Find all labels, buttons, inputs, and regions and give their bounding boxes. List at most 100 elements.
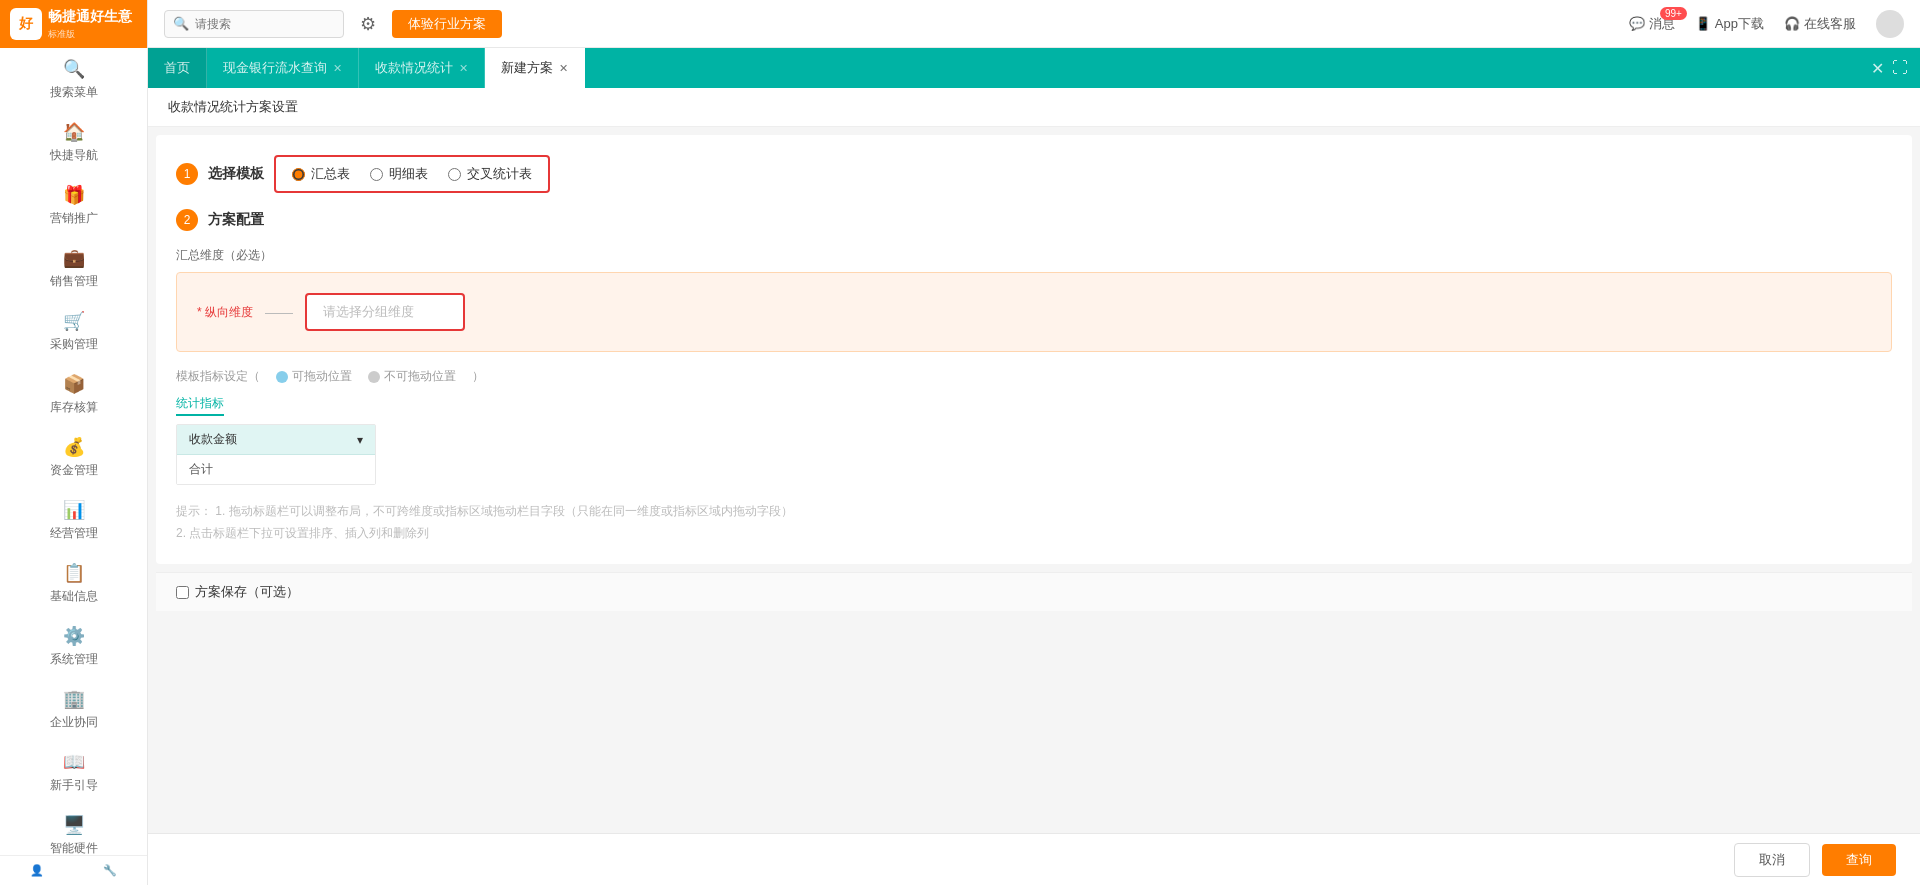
messages-item[interactable]: 💬 消息 99+ bbox=[1629, 15, 1675, 33]
briefcase-icon: 💼 bbox=[63, 247, 85, 269]
bottom-row: 方案保存（可选） bbox=[156, 572, 1912, 611]
tip-1: 提示： 1. 拖动标题栏可以调整布局，不可跨维度或指标区域拖动栏目字段（只能在同… bbox=[176, 501, 1892, 523]
tab-maximize-icon[interactable]: ⛶ bbox=[1892, 59, 1908, 77]
sidebar-item-marketing[interactable]: 🎁 营销推广 bbox=[0, 174, 147, 237]
tab-bar: 首页 现金银行流水查询 ✕ 收款情况统计 ✕ 新建方案 ✕ ✕ ⛶ bbox=[148, 48, 1920, 88]
metrics-category-label: 统计指标 bbox=[176, 395, 224, 416]
tab-receipt-stats[interactable]: 收款情况统计 ✕ bbox=[359, 48, 485, 88]
sidebar-item-enterprise[interactable]: 🏢 企业协同 bbox=[0, 678, 147, 741]
radio-detail-input[interactable] bbox=[370, 168, 383, 181]
radio-summary-label: 汇总表 bbox=[311, 165, 350, 183]
main-area: 🔍 ⚙ 体验行业方案 💬 消息 99+ 📱 App下载 🎧 在线客服 首页 bbox=[148, 0, 1920, 885]
search-icon: 🔍 bbox=[173, 16, 189, 31]
settings-gear-icon[interactable]: ⚙ bbox=[360, 13, 376, 35]
sidebar-item-search-menu[interactable]: 🔍 搜索菜单 bbox=[0, 48, 147, 111]
step2-header: 2 方案配置 bbox=[176, 209, 1892, 231]
sidebar-item-label: 营销推广 bbox=[50, 210, 98, 227]
sidebar-footer-user[interactable]: 👤 bbox=[30, 864, 44, 877]
download-label: App下载 bbox=[1715, 15, 1764, 33]
dimension-select[interactable]: 请选择分组维度 bbox=[305, 293, 465, 331]
service-icon: 🎧 bbox=[1784, 16, 1800, 31]
radio-cross-label: 交叉统计表 bbox=[467, 165, 532, 183]
header-search-box[interactable]: 🔍 bbox=[164, 10, 344, 38]
query-button[interactable]: 查询 bbox=[1822, 844, 1896, 876]
sidebar-item-guide[interactable]: 📖 新手引导 bbox=[0, 741, 147, 804]
radio-cross[interactable]: 交叉统计表 bbox=[448, 165, 532, 183]
tab-receipt-stats-close[interactable]: ✕ bbox=[459, 62, 468, 75]
user-icon: 👤 bbox=[30, 864, 44, 877]
sidebar-item-inventory[interactable]: 📦 库存核算 bbox=[0, 363, 147, 426]
sidebar-item-label: 系统管理 bbox=[50, 651, 98, 668]
template-options: 汇总表 明细表 交叉统计表 bbox=[274, 155, 550, 193]
book-icon: 📖 bbox=[63, 751, 85, 773]
download-item[interactable]: 📱 App下载 bbox=[1695, 15, 1764, 33]
tab-bank-flow-label: 现金银行流水查询 bbox=[223, 59, 327, 77]
metrics-dropdown-icon[interactable]: ▾ bbox=[357, 433, 363, 447]
gear-icon: ⚙️ bbox=[63, 625, 85, 647]
page-breadcrumb: 收款情况统计方案设置 bbox=[148, 88, 1920, 127]
logo-text: 畅捷通好生意 bbox=[48, 8, 132, 26]
save-checkbox-input[interactable] bbox=[176, 586, 189, 599]
sidebar-nav: 🔍 搜索菜单 🏠 快捷导航 🎁 营销推广 💼 销售管理 🛒 采购管理 📦 库存核… bbox=[0, 48, 147, 855]
service-item[interactable]: 🎧 在线客服 bbox=[1784, 15, 1856, 33]
step2-title: 方案配置 bbox=[208, 211, 264, 229]
tab-home-label: 首页 bbox=[164, 59, 190, 77]
sidebar-item-label: 快捷导航 bbox=[50, 147, 98, 164]
form-section: 1 选择模板 汇总表 明细表 交叉统计表 bbox=[156, 135, 1912, 564]
tab-new-plan[interactable]: 新建方案 ✕ bbox=[485, 48, 585, 88]
save-option-text: 方案保存（可选） bbox=[195, 583, 299, 601]
metrics-legend: 模板指标设定（ 可拖动位置 不可拖动位置 ） bbox=[176, 368, 1892, 385]
message-badge: 99+ bbox=[1660, 7, 1687, 20]
metrics-hint-label: 模板指标设定（ bbox=[176, 368, 260, 385]
not-draggable-label: 不可拖动位置 bbox=[384, 368, 456, 385]
top-header: 🔍 ⚙ 体验行业方案 💬 消息 99+ 📱 App下载 🎧 在线客服 bbox=[148, 0, 1920, 48]
dimension-area: 纵向维度 —— 请选择分组维度 bbox=[176, 272, 1892, 352]
chart-icon: 📊 bbox=[63, 499, 85, 521]
sidebar-item-label: 资金管理 bbox=[50, 462, 98, 479]
radio-summary[interactable]: 汇总表 bbox=[292, 165, 350, 183]
sidebar-item-purchase[interactable]: 🛒 采购管理 bbox=[0, 300, 147, 363]
draggable-label: 可拖动位置 bbox=[292, 368, 352, 385]
tab-receipt-stats-label: 收款情况统计 bbox=[375, 59, 453, 77]
draggable-dot-icon bbox=[276, 371, 288, 383]
sidebar-item-quick-nav[interactable]: 🏠 快捷导航 bbox=[0, 111, 147, 174]
tab-bank-flow-close[interactable]: ✕ bbox=[333, 62, 342, 75]
cancel-button[interactable]: 取消 bbox=[1734, 843, 1810, 877]
metrics-table-header[interactable]: 收款金额 ▾ bbox=[177, 425, 375, 455]
sidebar-logo: 好 畅捷通好生意 标准版 bbox=[0, 0, 147, 48]
tab-home[interactable]: 首页 bbox=[148, 48, 207, 88]
sidebar-item-label: 库存核算 bbox=[50, 399, 98, 416]
dimension-placeholder: 请选择分组维度 bbox=[323, 304, 414, 319]
search-menu-icon: 🔍 bbox=[63, 58, 85, 80]
tab-new-plan-close[interactable]: ✕ bbox=[559, 62, 568, 75]
cart-icon: 🛒 bbox=[63, 310, 85, 332]
save-option-label[interactable]: 方案保存（可选） bbox=[176, 583, 299, 601]
search-input[interactable] bbox=[195, 17, 315, 31]
home-icon: 🏠 bbox=[63, 121, 85, 143]
sidebar-item-system[interactable]: ⚙️ 系统管理 bbox=[0, 615, 147, 678]
radio-cross-input[interactable] bbox=[448, 168, 461, 181]
sidebar-item-finance[interactable]: 💰 资金管理 bbox=[0, 426, 147, 489]
box-icon: 📦 bbox=[63, 373, 85, 395]
user-avatar[interactable] bbox=[1876, 10, 1904, 38]
tab-bank-flow[interactable]: 现金银行流水查询 ✕ bbox=[207, 48, 359, 88]
sidebar-item-operations[interactable]: 📊 经营管理 bbox=[0, 489, 147, 552]
metrics-hint-close: ） bbox=[472, 368, 484, 385]
sidebar-footer-settings[interactable]: 🔧 bbox=[103, 864, 117, 877]
header-right: 💬 消息 99+ 📱 App下载 🎧 在线客服 bbox=[1629, 10, 1904, 38]
download-icon: 📱 bbox=[1695, 16, 1711, 31]
radio-detail[interactable]: 明细表 bbox=[370, 165, 428, 183]
legend-draggable: 可拖动位置 bbox=[276, 368, 352, 385]
tab-close-window-icon[interactable]: ✕ bbox=[1871, 59, 1884, 78]
footer-bar: 取消 查询 bbox=[148, 833, 1920, 885]
sidebar: 好 畅捷通好生意 标准版 🔍 搜索菜单 🏠 快捷导航 🎁 营销推广 💼 销售管理… bbox=[0, 0, 148, 885]
sidebar-item-base-info[interactable]: 📋 基础信息 bbox=[0, 552, 147, 615]
sidebar-item-label: 采购管理 bbox=[50, 336, 98, 353]
sidebar-item-label: 智能硬件 bbox=[50, 840, 98, 855]
message-icon: 💬 bbox=[1629, 16, 1645, 31]
dimension-label: 纵向维度 bbox=[197, 304, 253, 321]
sidebar-item-hardware[interactable]: 🖥️ 智能硬件 bbox=[0, 804, 147, 855]
sidebar-item-sales[interactable]: 💼 销售管理 bbox=[0, 237, 147, 300]
industry-button[interactable]: 体验行业方案 bbox=[392, 10, 502, 38]
radio-summary-input[interactable] bbox=[292, 168, 305, 181]
